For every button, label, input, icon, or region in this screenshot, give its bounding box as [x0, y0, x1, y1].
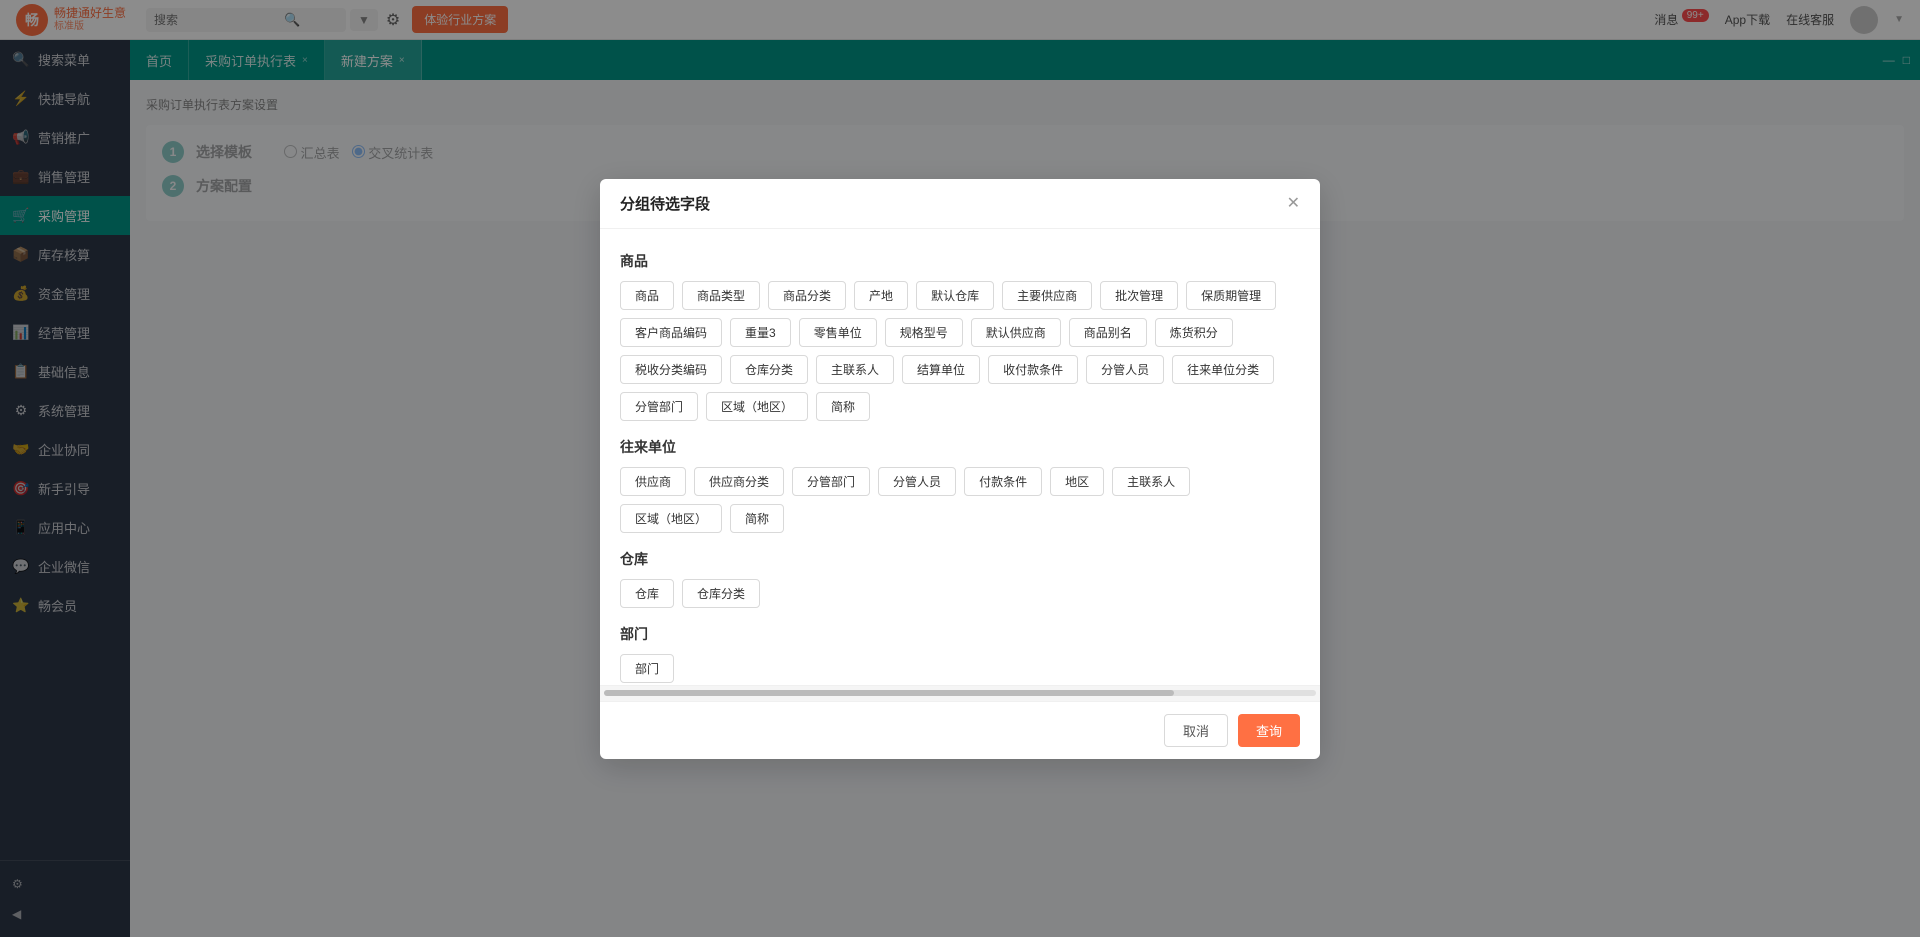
section-title-partner: 往来单位: [620, 437, 1300, 457]
field-tag[interactable]: 商品类型: [682, 281, 760, 310]
field-tag[interactable]: 主要供应商: [1002, 281, 1092, 310]
field-tag[interactable]: 商品: [620, 281, 674, 310]
field-tags-product: 商品 商品类型 商品分类 产地 默认仓库 主要供应商 批次管理 保质期管理 客户…: [620, 281, 1300, 421]
field-tag[interactable]: 批次管理: [1100, 281, 1178, 310]
field-tag[interactable]: 默认供应商: [971, 318, 1061, 347]
field-select-modal: 分组待选字段 ✕ 商品 商品 商品类型 商品分类 产地 默认仓库 主要供应商 批…: [600, 179, 1320, 759]
modal-footer: 取消 查询: [600, 701, 1320, 759]
field-tag[interactable]: 零售单位: [799, 318, 877, 347]
field-tag[interactable]: 产地: [854, 281, 908, 310]
field-tag[interactable]: 区域（地区）: [706, 392, 808, 421]
modal-title: 分组待选字段: [620, 193, 710, 214]
field-tag[interactable]: 分管人员: [1086, 355, 1164, 384]
field-tag[interactable]: 结算单位: [902, 355, 980, 384]
field-tag[interactable]: 地区: [1050, 467, 1104, 496]
field-tag[interactable]: 规格型号: [885, 318, 963, 347]
field-tag[interactable]: 客户商品编码: [620, 318, 722, 347]
field-tag[interactable]: 主联系人: [1112, 467, 1190, 496]
modal-overlay: 分组待选字段 ✕ 商品 商品 商品类型 商品分类 产地 默认仓库 主要供应商 批…: [0, 0, 1920, 937]
modal-body: 商品 商品 商品类型 商品分类 产地 默认仓库 主要供应商 批次管理 保质期管理…: [600, 229, 1320, 685]
field-tag[interactable]: 仓库分类: [682, 579, 760, 608]
field-tag[interactable]: 供应商分类: [694, 467, 784, 496]
field-tags-department: 部门: [620, 654, 1300, 683]
confirm-button[interactable]: 查询: [1238, 714, 1300, 747]
field-tag[interactable]: 保质期管理: [1186, 281, 1276, 310]
field-tag[interactable]: 付款条件: [964, 467, 1042, 496]
field-tag[interactable]: 分管人员: [878, 467, 956, 496]
section-title-warehouse: 仓库: [620, 549, 1300, 569]
field-tag[interactable]: 分管部门: [792, 467, 870, 496]
field-tag[interactable]: 商品分类: [768, 281, 846, 310]
field-tag[interactable]: 重量3: [730, 318, 791, 347]
field-tag[interactable]: 往来单位分类: [1172, 355, 1274, 384]
section-title-department: 部门: [620, 624, 1300, 644]
field-tags-partner: 供应商 供应商分类 分管部门 分管人员 付款条件 地区 主联系人 区域（地区） …: [620, 467, 1300, 533]
field-tag[interactable]: 简称: [730, 504, 784, 533]
field-tag[interactable]: 商品别名: [1069, 318, 1147, 347]
field-tag[interactable]: 炼货积分: [1155, 318, 1233, 347]
field-tag[interactable]: 简称: [816, 392, 870, 421]
field-tag[interactable]: 收付款条件: [988, 355, 1078, 384]
field-tag[interactable]: 仓库分类: [730, 355, 808, 384]
field-tag[interactable]: 默认仓库: [916, 281, 994, 310]
modal-close-btn[interactable]: ✕: [1287, 193, 1300, 213]
section-title-product: 商品: [620, 251, 1300, 271]
field-tag[interactable]: 分管部门: [620, 392, 698, 421]
field-tag[interactable]: 主联系人: [816, 355, 894, 384]
field-tag[interactable]: 区域（地区）: [620, 504, 722, 533]
modal-header: 分组待选字段 ✕: [600, 179, 1320, 229]
field-tag[interactable]: 税收分类编码: [620, 355, 722, 384]
field-tag[interactable]: 供应商: [620, 467, 686, 496]
field-tag[interactable]: 部门: [620, 654, 674, 683]
modal-scrollbar[interactable]: [600, 685, 1320, 701]
field-tag[interactable]: 仓库: [620, 579, 674, 608]
field-tags-warehouse: 仓库 仓库分类: [620, 579, 1300, 608]
cancel-button[interactable]: 取消: [1164, 714, 1228, 747]
